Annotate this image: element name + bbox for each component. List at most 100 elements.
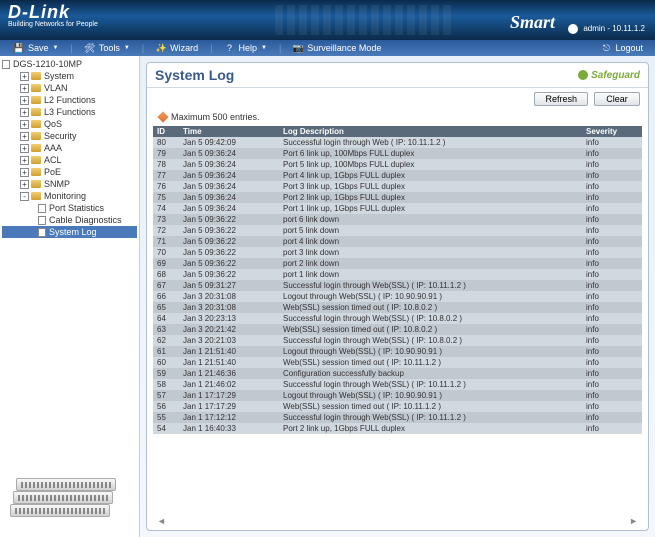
tree-toggle-icon[interactable]: +: [20, 84, 29, 93]
tools-icon: 🛠: [85, 43, 95, 53]
menu-save[interactable]: 💾 Save ▼: [4, 43, 68, 53]
refresh-button[interactable]: Refresh: [534, 92, 588, 106]
cell-desc: Successful login through Web(SSL) ( IP: …: [279, 379, 582, 390]
table-row[interactable]: 73Jan 5 09:36:22port 6 link downinfo: [153, 214, 642, 225]
tree-toggle-icon[interactable]: +: [20, 156, 29, 165]
col-id: ID: [153, 126, 179, 137]
cell-id: 72: [153, 225, 179, 236]
tree-toggle-icon[interactable]: +: [20, 96, 29, 105]
max-entries-label: Maximum 500 entries.: [171, 112, 260, 122]
table-row[interactable]: 56Jan 1 17:17:29Web(SSL) session timed o…: [153, 401, 642, 412]
cell-time: Jan 3 20:21:42: [179, 324, 279, 335]
cell-time: Jan 5 09:31:27: [179, 280, 279, 291]
table-row[interactable]: 66Jan 3 20:31:08Logout through Web(SSL) …: [153, 291, 642, 302]
table-row[interactable]: 75Jan 5 09:36:24Port 2 link up, 1Gbps FU…: [153, 192, 642, 203]
table-row[interactable]: 59Jan 1 21:46:36Configuration successful…: [153, 368, 642, 379]
cell-time: Jan 5 09:36:22: [179, 236, 279, 247]
scroll-right-icon[interactable]: ►: [629, 516, 638, 526]
logout-label: Logout: [615, 43, 643, 53]
folder-icon: [31, 144, 41, 152]
cell-id: 70: [153, 247, 179, 258]
table-row[interactable]: 76Jan 5 09:36:24Port 3 link up, 1Gbps FU…: [153, 181, 642, 192]
tree-item-monitoring[interactable]: -Monitoring: [2, 190, 137, 202]
menu-help[interactable]: ? Help ▼: [214, 43, 276, 53]
tree-item-port-statistics[interactable]: Port Statistics: [2, 202, 137, 214]
tree-item-aaa[interactable]: + AAA: [2, 142, 137, 154]
cell-desc: Web(SSL) session timed out ( IP: 10.8.0.…: [279, 302, 582, 313]
cell-desc: port 2 link down: [279, 258, 582, 269]
tree-item-security[interactable]: +Security: [2, 130, 137, 142]
cell-id: 76: [153, 181, 179, 192]
table-row[interactable]: 61Jan 1 21:51:40Logout through Web(SSL) …: [153, 346, 642, 357]
folder-icon: [31, 180, 41, 188]
table-row[interactable]: 68Jan 5 09:36:22port 1 link downinfo: [153, 269, 642, 280]
switch-illustration: [275, 5, 455, 35]
table-row[interactable]: 69Jan 5 09:36:22port 2 link downinfo: [153, 258, 642, 269]
cell-id: 73: [153, 214, 179, 225]
tree-item-label: AAA: [44, 143, 62, 153]
tree-item-poe[interactable]: +PoE: [2, 166, 137, 178]
col-severity: Severity: [582, 126, 642, 137]
tree-toggle-icon[interactable]: +: [20, 120, 29, 129]
cell-sev: info: [582, 390, 642, 401]
table-row[interactable]: 79Jan 5 09:36:24Port 6 link up, 100Mbps …: [153, 148, 642, 159]
log-table-wrap[interactable]: ID Time Log Description Severity 80Jan 5…: [153, 126, 642, 510]
menu-surveillance[interactable]: 📷 Surveillance Mode: [283, 43, 391, 53]
scroll-left-icon[interactable]: ◄: [157, 516, 166, 526]
table-row[interactable]: 65Jan 3 20:31:08Web(SSL) session timed o…: [153, 302, 642, 313]
table-row[interactable]: 67Jan 5 09:31:27Successful login through…: [153, 280, 642, 291]
device-icon: [2, 60, 10, 69]
tree-item-system[interactable]: + System: [2, 70, 137, 82]
table-row[interactable]: 58Jan 1 21:46:02Successful login through…: [153, 379, 642, 390]
table-row[interactable]: 72Jan 5 09:36:22port 5 link downinfo: [153, 225, 642, 236]
tree-toggle-icon[interactable]: +: [20, 168, 29, 177]
tree-item-l2-functions[interactable]: +L2 Functions: [2, 94, 137, 106]
tree-device[interactable]: DGS-1210-10MP: [2, 58, 137, 70]
table-row[interactable]: 80Jan 5 09:42:09Successful login through…: [153, 137, 642, 148]
table-row[interactable]: 57Jan 1 17:17:29Logout through Web(SSL) …: [153, 390, 642, 401]
folder-icon: [31, 108, 41, 116]
tree-item-system-log[interactable]: System Log: [2, 226, 137, 238]
table-row[interactable]: 64Jan 3 20:23:13Successful login through…: [153, 313, 642, 324]
tree-toggle-icon[interactable]: +: [20, 108, 29, 117]
cell-time: Jan 5 09:42:09: [179, 137, 279, 148]
scroll-hint: ◄ ►: [147, 516, 648, 530]
tree-toggle-icon[interactable]: +: [20, 144, 29, 153]
tree-toggle-icon[interactable]: +: [20, 132, 29, 141]
table-row[interactable]: 55Jan 1 17:12:12Successful login through…: [153, 412, 642, 423]
cell-sev: info: [582, 236, 642, 247]
table-row[interactable]: 63Jan 3 20:21:42Web(SSL) session timed o…: [153, 324, 642, 335]
cell-id: 80: [153, 137, 179, 148]
table-row[interactable]: 74Jan 5 09:36:24Port 1 link up, 1Gbps FU…: [153, 203, 642, 214]
device-image: [10, 467, 129, 517]
tree-item-qos[interactable]: +QoS: [2, 118, 137, 130]
tree-toggle-icon[interactable]: -: [20, 192, 29, 201]
tree-item-l3-functions[interactable]: +L3 Functions: [2, 106, 137, 118]
table-row[interactable]: 60Jan 1 21:51:40Web(SSL) session timed o…: [153, 357, 642, 368]
cell-id: 75: [153, 192, 179, 203]
table-row[interactable]: 70Jan 5 09:36:22port 3 link downinfo: [153, 247, 642, 258]
tree-item-vlan[interactable]: +VLAN: [2, 82, 137, 94]
table-row[interactable]: 62Jan 3 20:21:03Successful login through…: [153, 335, 642, 346]
table-row[interactable]: 71Jan 5 09:36:22port 4 link downinfo: [153, 236, 642, 247]
menu-wizard[interactable]: ✨ Wizard: [146, 43, 208, 53]
tree-item-label: System: [44, 71, 74, 81]
table-row[interactable]: 77Jan 5 09:36:24Port 4 link up, 1Gbps FU…: [153, 170, 642, 181]
cell-time: Jan 1 21:46:02: [179, 379, 279, 390]
cell-time: Jan 3 20:21:03: [179, 335, 279, 346]
cell-time: Jan 5 09:36:24: [179, 203, 279, 214]
tree-item-acl[interactable]: +ACL: [2, 154, 137, 166]
cell-time: Jan 3 20:31:08: [179, 302, 279, 313]
table-row[interactable]: 78Jan 5 09:36:24Port 5 link up, 100Mbps …: [153, 159, 642, 170]
menu-tools[interactable]: 🛠 Tools ▼: [75, 43, 140, 53]
tree-item-cable-diagnostics[interactable]: Cable Diagnostics: [2, 214, 137, 226]
tree-toggle-icon[interactable]: +: [20, 72, 29, 81]
tree-item-snmp[interactable]: +SNMP: [2, 178, 137, 190]
log-table: ID Time Log Description Severity 80Jan 5…: [153, 126, 642, 434]
table-row[interactable]: 54Jan 1 16:40:33Port 2 link up, 1Gbps FU…: [153, 423, 642, 434]
cell-id: 77: [153, 170, 179, 181]
cell-sev: info: [582, 214, 642, 225]
tree-toggle-icon[interactable]: +: [20, 180, 29, 189]
clear-button[interactable]: Clear: [594, 92, 640, 106]
logout-button[interactable]: ⎋ Logout: [601, 43, 651, 53]
